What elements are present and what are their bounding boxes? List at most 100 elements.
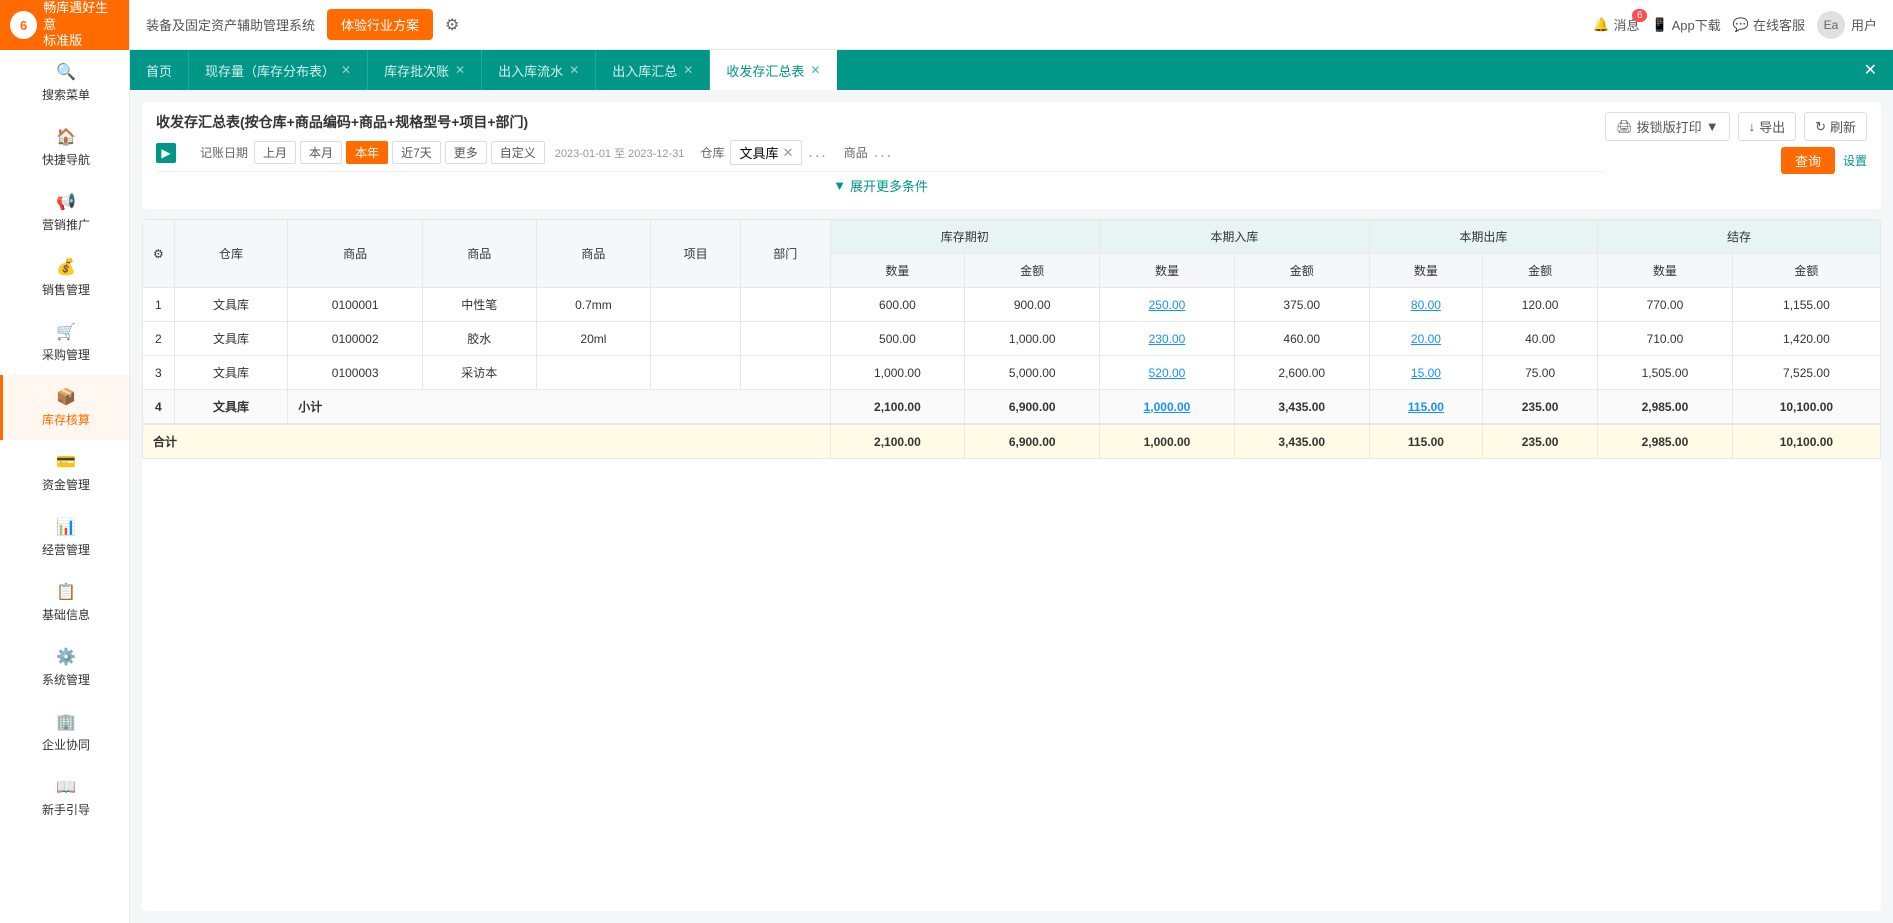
- tab-in-out-summary[interactable]: 出入库汇总 ✕: [596, 50, 710, 90]
- th-in-amt: 金额: [1234, 254, 1369, 288]
- subtotal-out-amt: 235.00: [1483, 390, 1598, 425]
- gear-icon[interactable]: ⚙: [445, 15, 459, 35]
- sidebar-item-label: 基础信息: [42, 606, 90, 623]
- cell-in-amt: 2,600.00: [1234, 356, 1369, 390]
- subtotal-warehouse: 文具库: [174, 390, 287, 425]
- sidebar-item-label: 资金管理: [42, 476, 90, 493]
- chevron-down-icon: ▼: [1706, 119, 1719, 134]
- cell-in-qty[interactable]: 230.00: [1100, 322, 1235, 356]
- cell-goods-spec: 20ml: [536, 322, 651, 356]
- header-right-actions: 🖨 拨锁版打印 ▼ ↓ 导出 ↻ 刷新: [1605, 112, 1867, 174]
- date-btn-custom[interactable]: 自定义: [491, 141, 545, 164]
- subtotal-in-qty[interactable]: 1,000.00: [1100, 390, 1235, 425]
- warehouse-ellipsis[interactable]: ...: [808, 144, 827, 162]
- close-icon[interactable]: ✕: [683, 63, 693, 77]
- tab-recv-send-summary[interactable]: 收发存汇总表 ✕: [710, 50, 837, 90]
- sidebar-item-marketing[interactable]: 📢 营销推广: [0, 180, 129, 245]
- marketing-icon: 📢: [56, 192, 76, 212]
- cell-out-qty[interactable]: 20.00: [1369, 322, 1483, 356]
- expand-more-btn[interactable]: ▼ 展开更多条件: [156, 171, 1605, 199]
- notifications-btn[interactable]: 🔔 消息 6: [1593, 15, 1639, 34]
- total-balance-amt: 10,100.00: [1732, 424, 1880, 459]
- cell-in-qty[interactable]: 250.00: [1100, 288, 1235, 322]
- export-label: 导出: [1759, 117, 1785, 136]
- print-button[interactable]: 🖨 拨锁版打印 ▼: [1605, 112, 1729, 141]
- cell-balance-qty: 710.00: [1598, 322, 1733, 356]
- date-btn-more[interactable]: 更多: [445, 141, 487, 164]
- date-btn-7days[interactable]: 近7天: [392, 141, 441, 164]
- app-download-btn[interactable]: 📱 App下载: [1651, 15, 1720, 34]
- cell-department: [740, 288, 830, 322]
- total-opening-qty: 2,100.00: [830, 424, 965, 459]
- sidebar-item-operations[interactable]: 📊 经营管理: [0, 505, 129, 570]
- goods-filter-label: 商品: [844, 144, 868, 161]
- subtotal-balance-amt: 10,100.00: [1732, 390, 1880, 425]
- goods-ellipsis[interactable]: ...: [874, 144, 893, 162]
- sales-icon: 💰: [56, 257, 76, 277]
- home-icon: 🏠: [56, 127, 76, 147]
- th-balance-qty: 数量: [1598, 254, 1733, 288]
- app-download-label: App下载: [1672, 15, 1721, 34]
- tab-home[interactable]: 首页: [130, 50, 189, 90]
- inventory-icon: 📦: [56, 387, 76, 407]
- export-button[interactable]: ↓ 导出: [1738, 112, 1797, 141]
- tab-inventory-dist[interactable]: 现存量（库存分布表） ✕: [189, 50, 368, 90]
- cell-in-qty[interactable]: 520.00: [1100, 356, 1235, 390]
- query-button[interactable]: 查询: [1781, 147, 1835, 174]
- refresh-button[interactable]: ↻ 刷新: [1804, 112, 1867, 141]
- tabbar-close-btn[interactable]: ✕: [1848, 60, 1893, 80]
- sidebar-item-guide[interactable]: 📖 新手引导: [0, 765, 129, 830]
- sidebar-item-purchase[interactable]: 🛒 采购管理: [0, 310, 129, 375]
- sidebar-item-enterprise[interactable]: 🏢 企业协同: [0, 700, 129, 765]
- close-icon[interactable]: ✕: [455, 63, 465, 77]
- tabbar: 首页 现存量（库存分布表） ✕ 库存批次账 ✕ 出入库流水 ✕ 出入库汇总 ✕ …: [130, 50, 1893, 90]
- user-label: 用户: [1851, 15, 1877, 34]
- print-icon: 🖨: [1616, 119, 1633, 135]
- logo-text: 畅库遇好生意 标准版: [43, 0, 119, 50]
- subtotal-out-qty[interactable]: 115.00: [1369, 390, 1483, 425]
- avatar: Ea: [1817, 11, 1845, 39]
- sidebar-item-quick-nav[interactable]: 🏠 快捷导航: [0, 115, 129, 180]
- logo-icon: 6: [10, 11, 37, 39]
- warehouse-filter-section: 仓库 文具库 ✕ ...: [700, 140, 827, 165]
- date-btn-this-year[interactable]: 本年: [346, 141, 388, 164]
- settings-link[interactable]: 设置: [1843, 152, 1867, 169]
- expand-more-label: 展开更多条件: [850, 176, 928, 195]
- experience-button[interactable]: 体验行业方案: [327, 9, 433, 40]
- th-group-period-out: 本期出库: [1369, 220, 1597, 254]
- close-icon[interactable]: ✕: [569, 63, 579, 77]
- date-btn-last-month[interactable]: 上月: [254, 141, 296, 164]
- filter-area: 收发存汇总表(按仓库+商品编码+商品+规格型号+项目+部门) ▶ 记账日期 上月…: [156, 112, 1605, 199]
- date-filter-label: 记账日期: [200, 144, 248, 161]
- cell-out-qty[interactable]: 80.00: [1369, 288, 1483, 322]
- close-icon[interactable]: ✕: [341, 63, 351, 77]
- date-btn-this-month[interactable]: 本月: [300, 141, 342, 164]
- cell-goods-spec: 0.7mm: [536, 288, 651, 322]
- sidebar-nav: 🔍 搜索菜单 🏠 快捷导航 📢 营销推广 💰 销售管理 🛒 采购管理 📦 库存核…: [0, 50, 129, 923]
- export-icon: ↓: [1749, 119, 1756, 134]
- cell-department: [740, 322, 830, 356]
- sidebar-item-label: 销售管理: [42, 281, 90, 298]
- sidebar-item-finance[interactable]: 💳 资金管理: [0, 440, 129, 505]
- sidebar-item-inventory[interactable]: 📦 库存核算: [0, 375, 129, 440]
- notification-badge: 6: [1632, 9, 1648, 22]
- tab-in-out-flow[interactable]: 出入库流水 ✕: [482, 50, 596, 90]
- cell-goods-code: 0100002: [288, 322, 423, 356]
- finance-icon: 💳: [56, 452, 76, 472]
- th-group-opening: 库存期初: [830, 220, 1100, 254]
- sidebar-item-search[interactable]: 🔍 搜索菜单: [0, 50, 129, 115]
- sidebar-item-sales[interactable]: 💰 销售管理: [0, 245, 129, 310]
- date-range-display: 2023-01-01 至 2023-12-31: [555, 145, 685, 161]
- th-settings[interactable]: ⚙: [143, 220, 175, 288]
- th-department: 部门: [740, 220, 830, 288]
- sidebar-item-basic[interactable]: 📋 基础信息: [0, 570, 129, 635]
- warehouse-tag-remove[interactable]: ✕: [782, 145, 793, 161]
- online-service-btn[interactable]: 💬 在线客服: [1733, 15, 1805, 34]
- close-icon[interactable]: ✕: [810, 63, 820, 77]
- cell-out-qty[interactable]: 15.00: [1369, 356, 1483, 390]
- sidebar-item-system[interactable]: ⚙️ 系统管理: [0, 635, 129, 700]
- collapse-arrow[interactable]: ▶: [156, 143, 176, 163]
- cell-index: 2: [143, 322, 175, 356]
- tab-batch-ledger[interactable]: 库存批次账 ✕: [368, 50, 482, 90]
- user-menu[interactable]: Ea 用户: [1817, 11, 1877, 39]
